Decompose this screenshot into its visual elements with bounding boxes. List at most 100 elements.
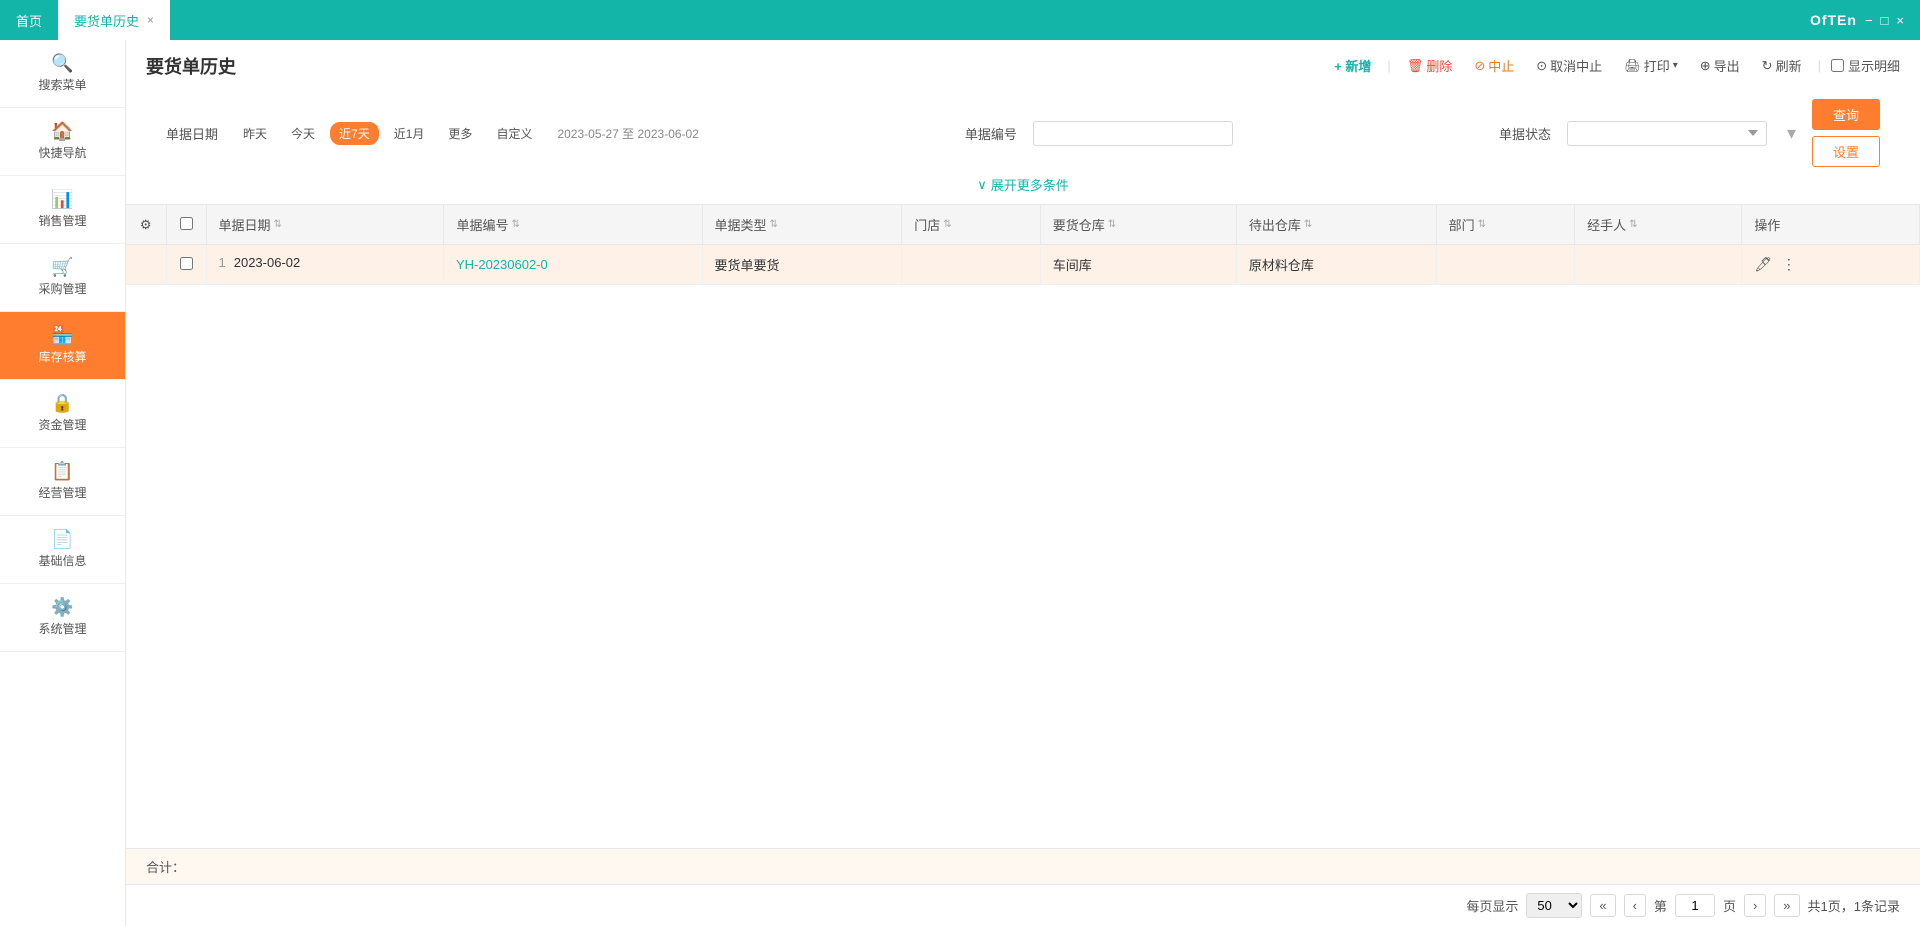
date-7days[interactable]: 近7天 bbox=[330, 122, 379, 145]
table-row: 1 2023-06-02 YH-20230602-0 要货单要货 bbox=[126, 245, 1920, 285]
page-title-row: 要货单历史 + 新增 | 🗑 删除 ⊘ 中止 ⊙ 取消中止 bbox=[146, 52, 1900, 79]
col-req-warehouse-label: 要货仓库 bbox=[1053, 215, 1105, 234]
next-page-btn[interactable]: › bbox=[1744, 894, 1766, 917]
refresh-label: 刷新 bbox=[1776, 56, 1802, 75]
col-date[interactable]: 单据日期 ⇅ bbox=[206, 205, 444, 245]
inventory-icon: 🏪 bbox=[51, 326, 73, 344]
page-number-input[interactable] bbox=[1675, 894, 1715, 917]
col-date-sort-icon: ⇅ bbox=[274, 219, 282, 230]
sidebar-item-finance-mgmt[interactable]: 🔒 资金管理 bbox=[0, 380, 125, 448]
sidebar-item-purchase-mgmt[interactable]: 🛒 采购管理 bbox=[0, 244, 125, 312]
date-yesterday[interactable]: 昨天 bbox=[234, 122, 276, 145]
row-edit-icon[interactable]: 🖊 bbox=[1754, 256, 1772, 272]
new-button[interactable]: + 新增 bbox=[1328, 52, 1377, 79]
tab-active-label: 要货单历史 bbox=[74, 11, 139, 30]
cancel-stop-button[interactable]: ⊙ 取消中止 bbox=[1530, 52, 1608, 79]
expand-more-label: 展开更多条件 bbox=[991, 175, 1069, 194]
print-button[interactable]: 🖨 打印 ▾ bbox=[1618, 52, 1684, 79]
col-settings[interactable]: ⚙ bbox=[126, 205, 166, 245]
col-req-warehouse[interactable]: 要货仓库 ⇅ bbox=[1040, 205, 1236, 245]
sidebar-label-search-menu: 搜索菜单 bbox=[38, 76, 86, 93]
delete-button[interactable]: 🗑 删除 bbox=[1401, 52, 1459, 79]
page-label: 第 bbox=[1654, 896, 1667, 915]
col-pending-warehouse[interactable]: 待出仓库 ⇅ bbox=[1236, 205, 1436, 245]
row-pending-warehouse-cell: 原材料仓库 bbox=[1236, 245, 1436, 285]
date-shortcuts: 昨天 今天 近7天 近1月 更多 自定义 bbox=[234, 122, 541, 145]
bill-num-input[interactable] bbox=[1033, 121, 1233, 146]
sidebar-item-quick-nav[interactable]: 🏠 快捷导航 bbox=[0, 108, 125, 176]
sidebar-label-sales-mgmt: 销售管理 bbox=[38, 212, 86, 229]
stop-button[interactable]: ⊘ 中止 bbox=[1468, 52, 1520, 79]
row-settings-cell bbox=[126, 245, 166, 285]
sidebar-item-inventory[interactable]: 🏪 库存核算 bbox=[0, 312, 125, 380]
col-handler-sort-icon: ⇅ bbox=[1629, 219, 1637, 230]
row-bill-num-link[interactable]: YH-20230602-0 bbox=[456, 257, 548, 272]
cancel-stop-label: 取消中止 bbox=[1550, 56, 1602, 75]
ops-mgmt-icon: 📋 bbox=[51, 462, 73, 480]
print-icon: 🖨 bbox=[1624, 58, 1641, 74]
date-more[interactable]: 更多 bbox=[439, 122, 481, 145]
sidebar-label-purchase-mgmt: 采购管理 bbox=[38, 280, 86, 297]
expand-more-btn[interactable]: ∨ 展开更多条件 bbox=[977, 175, 1069, 194]
row-checkbox[interactable] bbox=[180, 257, 193, 270]
query-button[interactable]: 查询 bbox=[1812, 99, 1880, 130]
row-checkbox-cell[interactable] bbox=[166, 245, 206, 285]
row-req-warehouse: 车间库 bbox=[1053, 258, 1092, 273]
page-title: 要货单历史 bbox=[146, 53, 236, 79]
col-bill-num-label: 单据编号 bbox=[456, 215, 508, 234]
sidebar-label-ops-mgmt: 经营管理 bbox=[38, 484, 86, 501]
tab-close-icon[interactable]: × bbox=[147, 13, 154, 27]
tab-active[interactable]: 要货单历史 × bbox=[58, 0, 170, 40]
sidebar-item-sys-mgmt[interactable]: ⚙️ 系统管理 bbox=[0, 584, 125, 652]
date-1month[interactable]: 近1月 bbox=[385, 122, 434, 145]
total-info: 共1页，1条记录 bbox=[1808, 896, 1900, 915]
display-detail-label: 显示明细 bbox=[1848, 56, 1900, 75]
window-minimize[interactable]: − bbox=[1865, 13, 1873, 28]
sidebar-item-sales-mgmt[interactable]: 📊 销售管理 bbox=[0, 176, 125, 244]
prev-page-btn[interactable]: ‹ bbox=[1624, 894, 1646, 917]
date-today[interactable]: 今天 bbox=[282, 122, 324, 145]
finance-mgmt-icon: 🔒 bbox=[51, 394, 73, 412]
col-bill-num[interactable]: 单据编号 ⇅ bbox=[444, 205, 702, 245]
window-close[interactable]: × bbox=[1896, 13, 1904, 28]
export-label: 导出 bbox=[1714, 56, 1740, 75]
col-handler[interactable]: 经手人 ⇅ bbox=[1575, 205, 1742, 245]
col-bill-type[interactable]: 单据类型 ⇅ bbox=[702, 205, 902, 245]
print-label: 打印 bbox=[1644, 56, 1670, 75]
row-date: 2023-06-02 bbox=[234, 255, 301, 270]
select-all-checkbox[interactable] bbox=[180, 217, 193, 230]
export-button[interactable]: ⊕ 导出 bbox=[1694, 52, 1746, 79]
tab-home[interactable]: 首页 bbox=[0, 0, 58, 40]
col-pending-warehouse-sort-icon: ⇅ bbox=[1304, 219, 1312, 230]
page-header: 要货单历史 + 新增 | 🗑 删除 ⊘ 中止 ⊙ 取消中止 bbox=[126, 40, 1920, 205]
bill-status-select[interactable] bbox=[1567, 121, 1767, 146]
sidebar-item-ops-mgmt[interactable]: 📋 经营管理 bbox=[0, 448, 125, 516]
last-page-btn[interactable]: » bbox=[1774, 894, 1799, 917]
col-store-label: 门店 bbox=[914, 215, 940, 234]
sidebar-label-inventory: 库存核算 bbox=[38, 348, 86, 365]
row-bill-type: 要货单要货 bbox=[715, 258, 780, 273]
row-bill-num-cell[interactable]: YH-20230602-0 bbox=[444, 245, 702, 285]
display-detail-checkbox[interactable] bbox=[1831, 59, 1844, 72]
sidebar-item-basic-info[interactable]: 📄 基础信息 bbox=[0, 516, 125, 584]
col-checkbox[interactable] bbox=[166, 205, 206, 245]
sidebar: 🔍 搜索菜单 🏠 快捷导航 📊 销售管理 🛒 采购管理 🏪 库存核算 🔒 资金管… bbox=[0, 40, 126, 926]
date-range-display: 2023-05-27 至 2023-06-02 bbox=[557, 125, 698, 142]
expand-more-icon: ∨ bbox=[977, 177, 987, 193]
window-maximize[interactable]: □ bbox=[1881, 13, 1889, 28]
row-more-icon[interactable]: ⋮ bbox=[1782, 256, 1796, 272]
first-page-btn[interactable]: « bbox=[1590, 894, 1615, 917]
col-store[interactable]: 门店 ⇅ bbox=[902, 205, 1040, 245]
page-size-select[interactable]: 20 50 100 bbox=[1526, 893, 1582, 918]
sidebar-item-search-menu[interactable]: 🔍 搜索菜单 bbox=[0, 40, 125, 108]
col-bill-num-sort-icon: ⇅ bbox=[511, 219, 519, 230]
date-custom[interactable]: 自定义 bbox=[487, 122, 541, 145]
row-bill-type-cell: 要货单要货 bbox=[702, 245, 902, 285]
display-detail-checkbox-label[interactable]: 显示明细 bbox=[1831, 56, 1900, 75]
refresh-button[interactable]: ↻ 刷新 bbox=[1756, 52, 1808, 79]
settings-button[interactable]: 设置 bbox=[1812, 136, 1880, 167]
page-end-label: 页 bbox=[1723, 896, 1736, 915]
col-dept[interactable]: 部门 ⇅ bbox=[1436, 205, 1574, 245]
row-num-date-cell: 1 2023-06-02 bbox=[207, 245, 444, 280]
cancel-stop-icon: ⊙ bbox=[1536, 58, 1547, 74]
